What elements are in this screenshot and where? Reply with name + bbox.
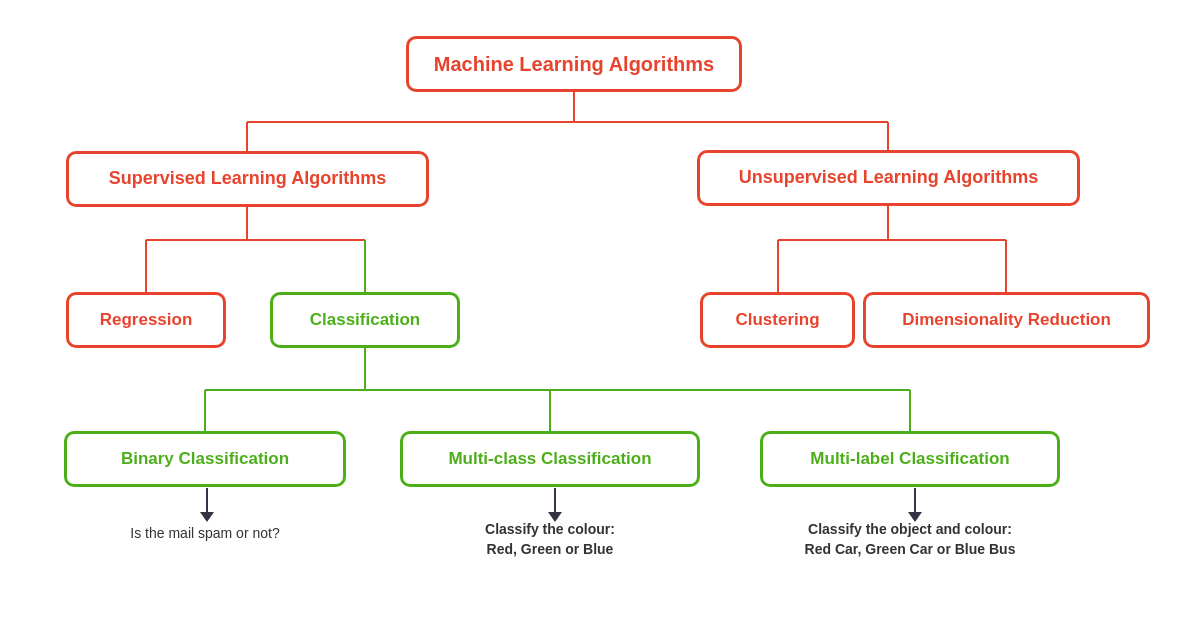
unsupervised-node: Unsupervised Learning Algorithms xyxy=(697,150,1080,206)
dimensionality-node: Dimensionality Reduction xyxy=(863,292,1150,348)
clustering-node: Clustering xyxy=(700,292,855,348)
multilabel-classification-node: Multi-label Classification xyxy=(760,431,1060,487)
regression-node: Regression xyxy=(66,292,226,348)
multiclass-classification-node: Multi-class Classification xyxy=(400,431,700,487)
binary-label: Is the mail spam or not? xyxy=(100,524,310,544)
supervised-node: Supervised Learning Algorithms xyxy=(66,151,429,207)
binary-arrow xyxy=(200,488,214,522)
multiclass-label: Classify the colour:Red, Green or Blue xyxy=(430,520,670,559)
multilabel-arrow xyxy=(908,488,922,522)
multiclass-arrow xyxy=(548,488,562,522)
binary-classification-node: Binary Classification xyxy=(64,431,346,487)
root-node: Machine Learning Algorithms xyxy=(406,36,742,92)
classification-node: Classification xyxy=(270,292,460,348)
multilabel-label: Classify the object and colour:Red Car, … xyxy=(780,520,1040,559)
